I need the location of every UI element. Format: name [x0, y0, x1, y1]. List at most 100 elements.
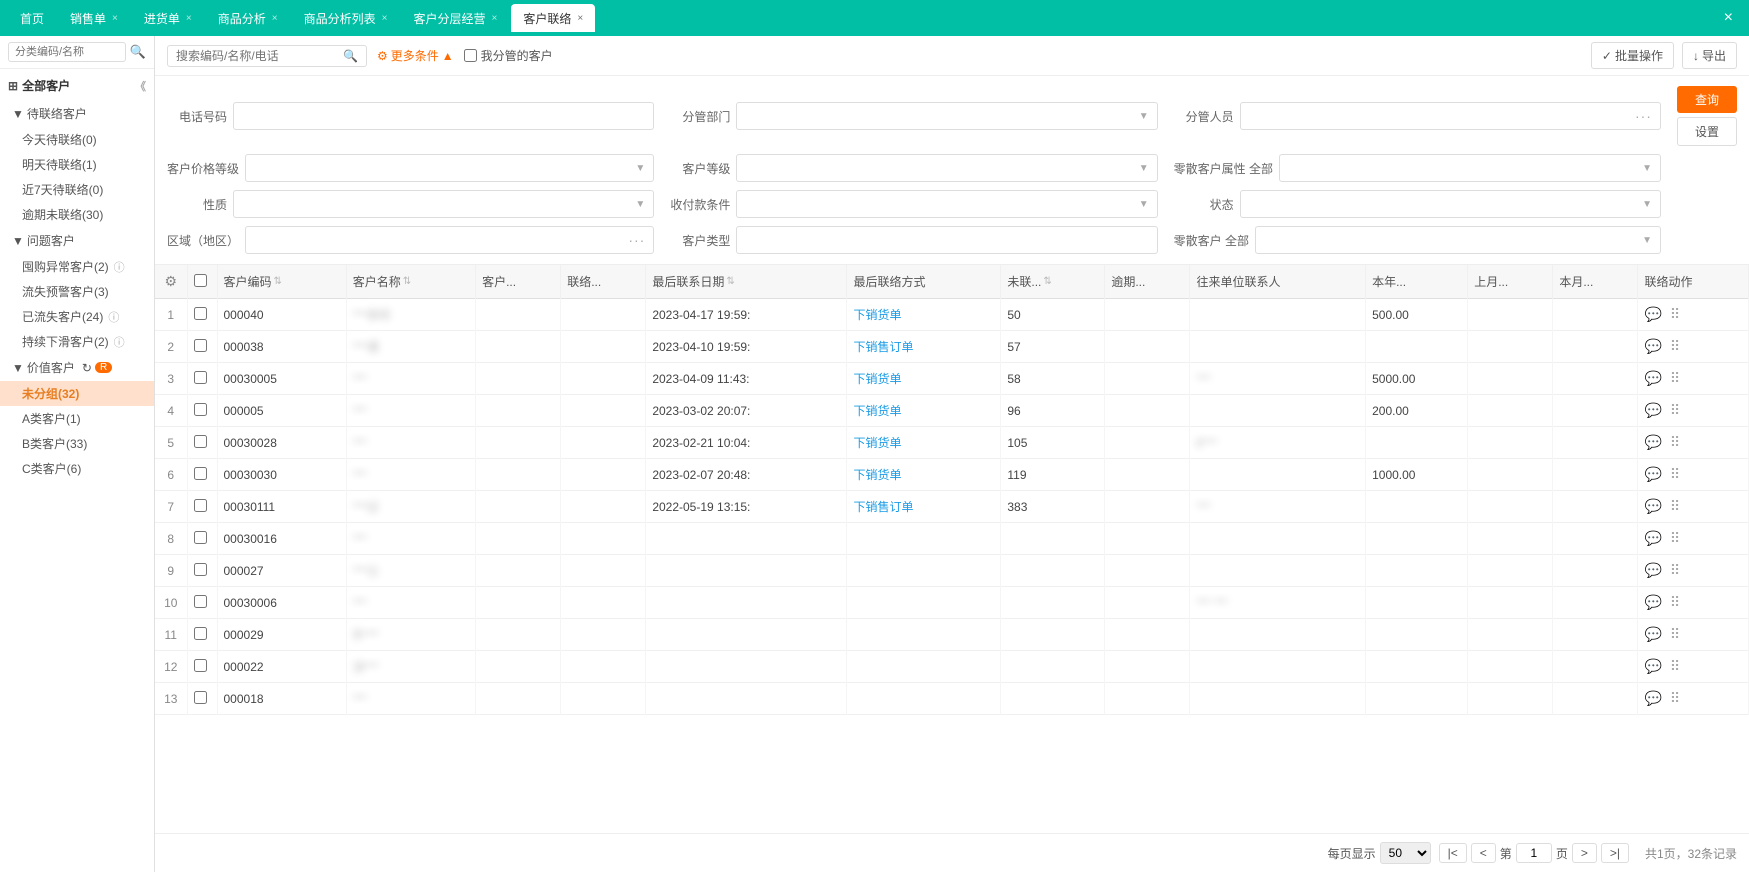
- nav-tab-customer-contact[interactable]: 客户联络 ×: [511, 4, 595, 32]
- nav-tab-purchase[interactable]: 进货单 ×: [132, 4, 204, 32]
- chat-icon[interactable]: 💬: [1644, 498, 1661, 515]
- chat-icon[interactable]: 💬: [1644, 306, 1661, 323]
- chat-icon[interactable]: 💬: [1644, 658, 1661, 675]
- query-button[interactable]: 查询: [1677, 86, 1737, 113]
- sidebar-item-warning[interactable]: 流失预警客户(3): [0, 279, 154, 304]
- chat-icon[interactable]: 💬: [1644, 530, 1661, 547]
- more-action-icon[interactable]: ⠿: [1670, 594, 1680, 611]
- sidebar-collapse-icon[interactable]: 《: [135, 78, 146, 94]
- last-page-button[interactable]: >|: [1601, 843, 1629, 863]
- reset-button[interactable]: 设置: [1677, 117, 1737, 146]
- filter-ctype-input[interactable]: [736, 226, 1157, 254]
- filter-more-conditions[interactable]: ⚙ 更多条件 ▲: [377, 47, 454, 64]
- row-checkbox[interactable]: [194, 595, 207, 608]
- filter-sparse-select[interactable]: ▼: [1255, 226, 1661, 254]
- contact-way-link[interactable]: 下销货单: [853, 372, 901, 386]
- chat-icon[interactable]: 💬: [1644, 594, 1661, 611]
- filter-search-icon[interactable]: 🔍: [343, 49, 358, 63]
- more-action-icon[interactable]: ⠿: [1670, 338, 1680, 355]
- chat-icon[interactable]: 💬: [1644, 466, 1661, 483]
- sidebar-all-customers[interactable]: ⊞ 全部客户 《: [0, 69, 154, 100]
- row-checkbox[interactable]: [194, 307, 207, 320]
- filter-payment-select[interactable]: ▼: [736, 190, 1157, 218]
- row-checkbox[interactable]: [194, 659, 207, 672]
- contact-way-link[interactable]: 下销货单: [853, 404, 901, 418]
- row-checkbox[interactable]: [194, 467, 207, 480]
- sidebar-item-type-c[interactable]: C类客户(6): [0, 456, 154, 481]
- more-action-icon[interactable]: ⠿: [1670, 626, 1680, 643]
- more-action-icon[interactable]: ⠿: [1670, 402, 1680, 419]
- more-action-icon[interactable]: ⠿: [1670, 562, 1680, 579]
- chat-icon[interactable]: 💬: [1644, 626, 1661, 643]
- sidebar-item-declining[interactable]: 持续下滑客户(2) ⓘ: [0, 329, 154, 354]
- sidebar-search-input[interactable]: [8, 42, 126, 62]
- sidebar-group-header-pending[interactable]: ▼ 待联络客户: [0, 100, 154, 127]
- row-checkbox[interactable]: [194, 371, 207, 384]
- filter-search-input[interactable]: [176, 49, 339, 63]
- select-all-checkbox[interactable]: [194, 274, 207, 287]
- row-checkbox[interactable]: [194, 627, 207, 640]
- nav-tab-analysis[interactable]: 商品分析 ×: [206, 4, 290, 32]
- contact-way-link[interactable]: 下销货单: [853, 308, 901, 322]
- sidebar-group-header-value[interactable]: ▼ 价值客户 ↻ R: [0, 354, 154, 381]
- sort-icon-code[interactable]: ⇅: [274, 276, 282, 287]
- sidebar-search-icon[interactable]: 🔍: [130, 44, 146, 60]
- sidebar-item-today[interactable]: 今天待联络(0): [0, 127, 154, 152]
- chat-icon[interactable]: 💬: [1644, 562, 1661, 579]
- sidebar-item-tomorrow[interactable]: 明天待联络(1): [0, 152, 154, 177]
- refresh-icon[interactable]: ↻: [82, 361, 92, 375]
- page-input[interactable]: [1516, 843, 1552, 863]
- filter-customer-level-select[interactable]: ▼: [736, 154, 1157, 182]
- filter-person-input[interactable]: ···: [1240, 102, 1661, 130]
- sidebar-item-type-b[interactable]: B类客户(33): [0, 431, 154, 456]
- filter-search-box[interactable]: 🔍: [167, 45, 367, 67]
- gear-icon[interactable]: ⚙: [164, 273, 177, 289]
- nav-tab-analysis-list-close[interactable]: ×: [382, 13, 388, 24]
- row-checkbox[interactable]: [194, 499, 207, 512]
- nav-tab-customer-tier-close[interactable]: ×: [491, 13, 497, 24]
- row-checkbox[interactable]: [194, 563, 207, 576]
- sidebar-item-overdue[interactable]: 逾期未联络(30): [0, 202, 154, 227]
- sort-icon-no-contact[interactable]: ⇅: [1043, 276, 1051, 287]
- person-dots-icon[interactable]: ···: [1635, 108, 1652, 124]
- sort-icon-name[interactable]: ⇅: [403, 276, 411, 287]
- sidebar-item-lost[interactable]: 已流失客户(24) ⓘ: [0, 304, 154, 329]
- more-action-icon[interactable]: ⠿: [1670, 370, 1680, 387]
- prev-page-button[interactable]: <: [1471, 843, 1496, 863]
- contact-way-link[interactable]: 下销售订单: [853, 500, 913, 514]
- chat-icon[interactable]: 💬: [1644, 338, 1661, 355]
- nav-tab-home[interactable]: 首页: [8, 4, 56, 32]
- row-checkbox[interactable]: [194, 403, 207, 416]
- contact-way-link[interactable]: 下销货单: [853, 468, 901, 482]
- more-action-icon[interactable]: ⠿: [1670, 530, 1680, 547]
- region-dots-icon[interactable]: ···: [628, 232, 645, 248]
- sidebar-item-ungroup[interactable]: 未分组(32): [0, 381, 154, 406]
- row-checkbox[interactable]: [194, 435, 207, 448]
- window-close-icon[interactable]: ×: [1716, 9, 1741, 27]
- more-action-icon[interactable]: ⠿: [1670, 690, 1680, 707]
- row-checkbox[interactable]: [194, 339, 207, 352]
- more-action-icon[interactable]: ⠿: [1670, 434, 1680, 451]
- more-action-icon[interactable]: ⠿: [1670, 498, 1680, 515]
- filter-region-input[interactable]: ···: [245, 226, 654, 254]
- filter-dept-select[interactable]: ▼: [736, 102, 1157, 130]
- nav-tab-purchase-close[interactable]: ×: [186, 13, 192, 24]
- sidebar-item-abnormal[interactable]: 囤购异常客户(2) ⓘ: [0, 254, 154, 279]
- filter-price-level-select[interactable]: ▼: [245, 154, 654, 182]
- chat-icon[interactable]: 💬: [1644, 402, 1661, 419]
- filter-status-select[interactable]: ▼: [1240, 190, 1661, 218]
- sidebar-item-type-a[interactable]: A类客户(1): [0, 406, 154, 431]
- batch-operations-button[interactable]: ✓ 批量操作: [1591, 42, 1674, 69]
- sidebar-item-week[interactable]: 近7天待联络(0): [0, 177, 154, 202]
- filter-phone-input[interactable]: [233, 102, 654, 130]
- row-checkbox[interactable]: [194, 531, 207, 544]
- chat-icon[interactable]: 💬: [1644, 370, 1661, 387]
- nav-tab-analysis-close[interactable]: ×: [272, 13, 278, 24]
- first-page-button[interactable]: |<: [1439, 843, 1467, 863]
- nav-tab-sales-close[interactable]: ×: [112, 13, 118, 24]
- contact-way-link[interactable]: 下销售订单: [853, 340, 913, 354]
- sidebar-group-header-problem[interactable]: ▼ 问题客户: [0, 227, 154, 254]
- export-button[interactable]: ↓ 导出: [1682, 42, 1737, 69]
- filter-mine-checkbox[interactable]: [464, 49, 477, 62]
- chat-icon[interactable]: 💬: [1644, 434, 1661, 451]
